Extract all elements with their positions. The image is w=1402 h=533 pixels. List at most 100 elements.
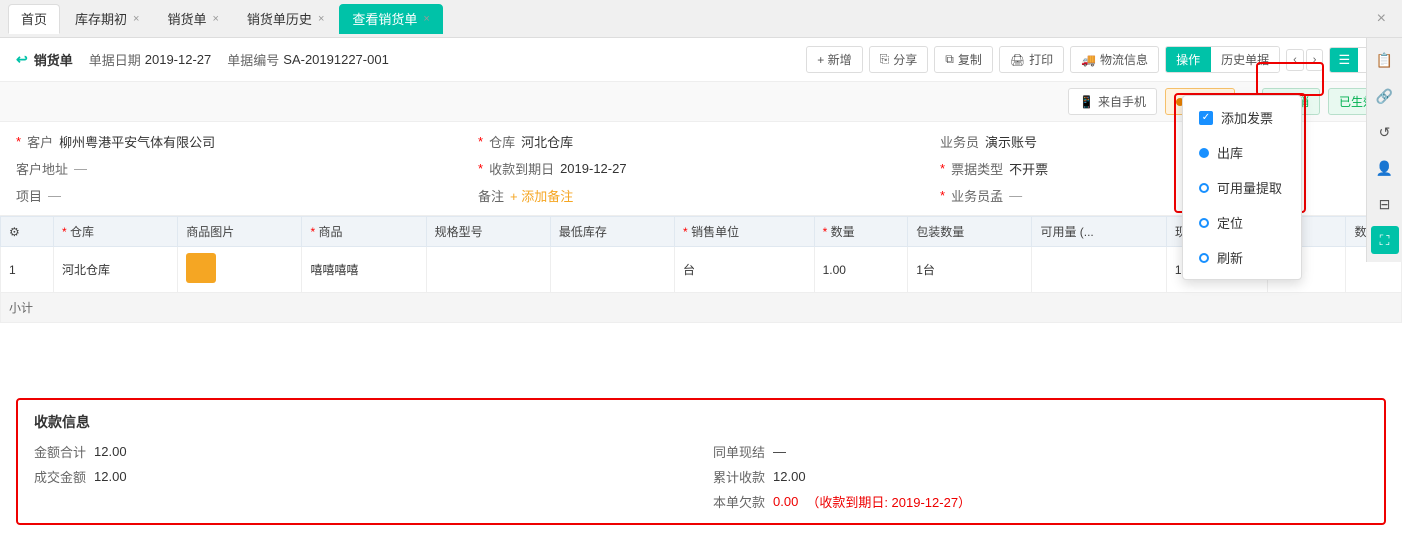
gear-icon[interactable]: ⚙ [9,225,20,239]
cell-warehouse: 河北仓库 [54,247,178,293]
no-value: SA-20191227-001 [283,52,389,67]
print-icon: 🖨 [1010,53,1025,67]
payment-title: 收款信息 [34,412,1368,432]
cell-index: 1 [1,247,54,293]
deal-amount-label: 成交金额 [34,467,86,486]
refresh-label: 刷新 [1217,248,1243,267]
plus-icon: + [510,189,518,204]
payment-section: 收款信息 金额合计 12.00 同单现结 — 成交金额 12.00 累计收款 1… [16,398,1386,525]
tab-inventory-close[interactable]: × [133,13,139,25]
col-pack-qty: 包装数量 [908,217,1032,247]
cell-spec [426,247,550,293]
operation-tab[interactable]: 操作 [1166,47,1211,72]
copy-button[interactable]: ⧉ 复制 [934,46,993,73]
right-sidebar: 📋 🔗 ↺ 👤 ⊟ ⛶ [1366,38,1402,262]
customer-field: * 客户 柳州粤港平安气体有限公司 [16,132,462,151]
tab-history-close[interactable]: × [318,13,324,25]
owed-item: 本单欠款 0.00 （收款到期日: 2019-12-27） [713,492,1368,511]
tab-sales-order[interactable]: 销货单 × [154,4,231,34]
cell-unit: 台 [675,247,815,293]
logistics-button[interactable]: 🚚 物流信息 [1070,46,1159,73]
dropdown-outbound[interactable]: 出库 [1183,135,1301,170]
share-label: 分享 [893,51,917,68]
address-value: — [74,161,87,176]
logistics-label: 物流信息 [1100,51,1148,68]
print-label: 打印 [1029,51,1053,68]
dropdown-refresh[interactable]: 刷新 [1183,240,1301,275]
deal-amount-item: 成交金额 12.00 [34,467,689,486]
ticket-type-field: * 票据类型 不开票 [940,159,1386,178]
tab-view-sales[interactable]: 查看销货单 × [339,4,442,34]
deal-amount-value: 12.00 [94,469,127,484]
phone-icon: 📱 [1079,95,1094,109]
cell-qty: 1.00 [814,247,908,293]
tab-bar: 首页 库存期初 × 销货单 × 销货单历史 × 查看销货单 × × [0,0,1402,38]
doc-title-text: 销货单 [34,50,73,69]
cumulative-label: 累计收款 [713,467,765,486]
cumulative-item: 累计收款 12.00 [713,467,1368,486]
customer-label: 客户 [27,132,53,151]
tab-inventory-label: 库存期初 [75,9,127,28]
tab-home-label: 首页 [21,9,47,28]
cell-pack-qty: 1台 [908,247,1032,293]
dropdown-available-qty[interactable]: 可用量提取 [1183,170,1301,205]
tab-inventory-init[interactable]: 库存期初 × [62,4,152,34]
cell-min-stock [550,247,674,293]
tab-sales-history[interactable]: 销货单历史 × [234,4,337,34]
cell-image [178,247,302,293]
add-invoice-label: 添加发票 [1221,108,1273,127]
subtotal-row: 小计 [1,293,1402,323]
transaction-label: 同单现结 [713,442,765,461]
sidebar-icon-1[interactable]: 📋 [1371,46,1399,74]
form-row-3: 项目 — 备注 + 添加备注 * 业务员孟 — [16,186,1386,205]
list-view-btn[interactable]: ☰ [1330,48,1358,72]
no-label: 单据编号 [227,50,279,69]
share-button[interactable]: ⎘ 分享 [869,46,929,73]
staff2-label: 业务员孟 [951,186,1003,205]
history-tab[interactable]: 历史单据 [1211,47,1279,72]
subtotal-cell: 小计 [1,293,1402,323]
col-gear: ⚙ [1,217,54,247]
view-tab-group: 操作 历史单据 [1165,46,1280,73]
transaction-value: — [773,444,786,459]
warehouse-value: 河北仓库 [521,132,573,151]
doc-title: ↩ 销货单 [16,50,73,69]
sidebar-icon-5[interactable]: ⊟ [1371,190,1399,218]
staff2-field: * 业务员孟 — [940,186,1386,205]
sidebar-icon-3[interactable]: ↺ [1371,118,1399,146]
window-close-button[interactable]: × [1369,6,1394,32]
add-note-btn[interactable]: + 添加备注 [510,186,573,205]
available-qty-label: 可用量提取 [1217,178,1282,197]
product-image [186,253,216,283]
tab-history-label: 销货单历史 [247,9,312,28]
note-field: 备注 + 添加备注 [478,186,924,205]
warehouse-label: 仓库 [489,132,515,151]
cell-available [1032,247,1166,293]
tab-home[interactable]: 首页 [8,4,60,34]
copy-icon: ⧉ [945,52,954,67]
col-spec: 规格型号 [426,217,550,247]
cell-product: 嘻嘻嘻嘻 [302,247,426,293]
print-button[interactable]: 🖨 打印 [999,46,1064,73]
warehouse-required: * [478,134,483,149]
due-date-value: 2019-12-27 [560,161,627,176]
from-phone-btn[interactable]: 📱 来自手机 [1068,88,1157,115]
sidebar-icon-4[interactable]: 👤 [1371,154,1399,182]
sidebar-icon-2[interactable]: 🔗 [1371,82,1399,110]
project-value: — [48,188,61,203]
tab-view-close[interactable]: × [423,13,429,25]
ticket-value: 不开票 [1009,159,1048,178]
dropdown-add-invoice[interactable]: ✓ 添加发票 [1183,100,1301,135]
nav-arrows: ‹ › [1286,49,1323,71]
tab-sales-close[interactable]: × [212,13,218,25]
tab-sales-label: 销货单 [167,9,206,28]
staff-value: 演示账号 [985,132,1037,151]
next-arrow[interactable]: › [1306,49,1324,71]
sidebar-icon-6[interactable]: ⛶ [1371,226,1399,254]
prev-arrow[interactable]: ‹ [1286,49,1304,71]
doc-header: ↩ 销货单 单据日期 2019-12-27 单据编号 SA-20191227-0… [0,38,1402,82]
radio-refresh-icon [1199,253,1209,263]
dropdown-locate[interactable]: 定位 [1183,205,1301,240]
staff2-required: * [940,188,945,203]
new-button[interactable]: + 新增 [806,46,862,73]
